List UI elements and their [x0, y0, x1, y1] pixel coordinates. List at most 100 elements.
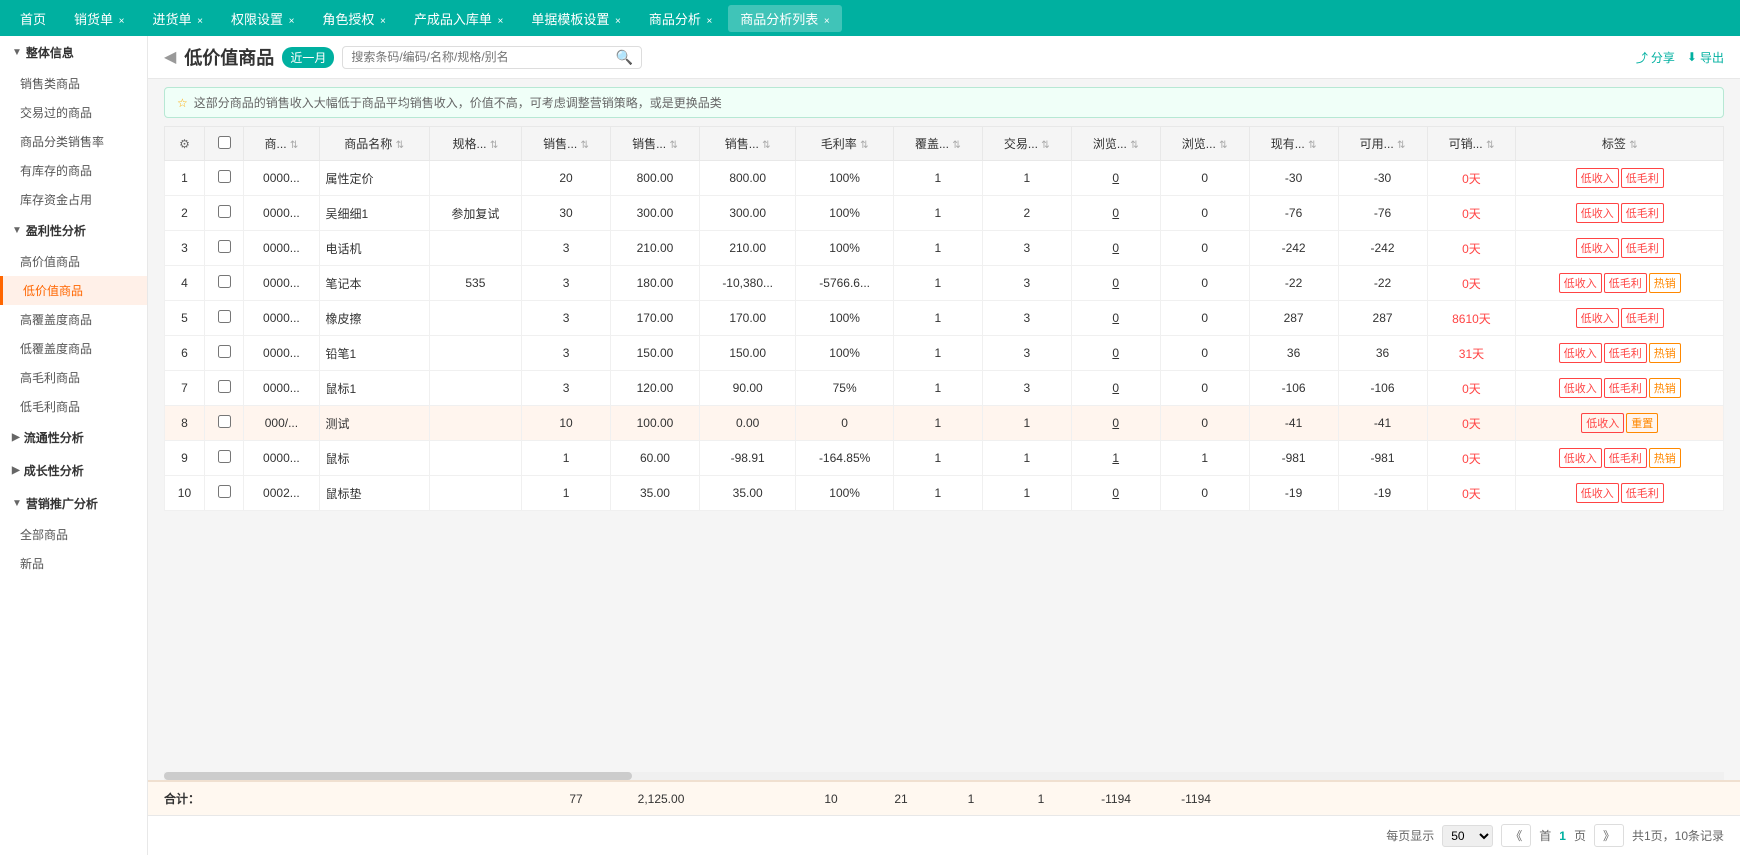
col-coverage[interactable]: 覆盖... ⇅ [893, 127, 982, 161]
sidebar-item-all-goods[interactable]: 全部商品 [0, 520, 147, 549]
sidebar-item-capital[interactable]: 库存资金占用 [0, 185, 147, 214]
sidebar-group-profit[interactable]: ▼ 盈利性分析 [0, 214, 147, 247]
sidebar-item-high-margin[interactable]: 高毛利商品 [0, 363, 147, 392]
view-link[interactable]: 0 [1112, 276, 1119, 290]
col-settings[interactable]: ⚙ [165, 127, 205, 161]
col-margin[interactable]: 毛利率 ⇅ [796, 127, 893, 161]
col-sales2[interactable]: 销售... ⇅ [611, 127, 700, 161]
row-col4: 100% [796, 231, 893, 266]
sidebar-group-growth-label: 成长性分析 [24, 462, 84, 479]
export-btn[interactable]: ⬇ 导出 [1687, 49, 1724, 66]
col-view1[interactable]: 浏览... ⇅ [1071, 127, 1160, 161]
nav-role[interactable]: 角色授权 × [310, 5, 397, 32]
view-link[interactable]: 0 [1112, 171, 1119, 185]
col-name[interactable]: 商品名称 ⇅ [319, 127, 429, 161]
footer-total-qty: 77 [536, 792, 616, 806]
nav-close-template[interactable]: × [615, 16, 621, 27]
row-select-checkbox[interactable] [218, 345, 231, 358]
nav-close-product[interactable]: × [498, 16, 504, 27]
col-view2[interactable]: 浏览... ⇅ [1160, 127, 1249, 161]
last-page-btn[interactable]: 》 [1594, 824, 1624, 847]
row-select-checkbox[interactable] [218, 170, 231, 183]
nav-close-purchase[interactable]: × [197, 16, 203, 27]
row-select-checkbox[interactable] [218, 450, 231, 463]
row-select-checkbox[interactable] [218, 310, 231, 323]
per-page-select[interactable]: 50 20 100 [1442, 825, 1493, 847]
nav-close-analysis[interactable]: × [706, 16, 712, 27]
nav-permission[interactable]: 权限设置 × [219, 5, 306, 32]
horizontal-scrollbar[interactable] [164, 772, 1724, 780]
sidebar-item-inventory[interactable]: 有库存的商品 [0, 156, 147, 185]
nav-close-list[interactable]: × [824, 16, 830, 27]
sidebar-item-new-goods[interactable]: 新品 [0, 549, 147, 578]
nav-template[interactable]: 单据模板设置 × [519, 5, 632, 32]
row-spec [429, 476, 521, 511]
col-code[interactable]: 商... ⇅ [244, 127, 319, 161]
nav-product-list[interactable]: 商品分析列表 × [728, 5, 841, 32]
nav-close-perm[interactable]: × [289, 16, 295, 27]
sidebar-item-sales-goods[interactable]: 销售类商品 [0, 69, 147, 98]
collapse-sidebar-btn[interactable]: ◀ [164, 47, 176, 67]
nav-close-sales[interactable]: × [119, 16, 125, 27]
row-num: 7 [165, 371, 205, 406]
search-icon[interactable]: 🔍 [616, 49, 633, 66]
sidebar-item-high-coverage[interactable]: 高覆盖度商品 [0, 305, 147, 334]
col-sales1[interactable]: 销售... ⇅ [522, 127, 611, 161]
view-link[interactable]: 1 [1112, 451, 1119, 465]
first-page-btn[interactable]: 《 [1501, 824, 1531, 847]
row-select-checkbox[interactable] [218, 415, 231, 428]
row-num: 6 [165, 336, 205, 371]
view-link[interactable]: 0 [1112, 311, 1119, 325]
col-saleable[interactable]: 可销... ⇅ [1427, 127, 1516, 161]
view-link[interactable]: 0 [1112, 206, 1119, 220]
col-spec[interactable]: 规格... ⇅ [429, 127, 521, 161]
row-checkbox [204, 441, 243, 476]
sidebar-item-traded[interactable]: 交易过的商品 [0, 98, 147, 127]
nav-product-analysis[interactable]: 商品分析 × [637, 5, 724, 32]
share-btn[interactable]: ⤴ 分享 [1636, 49, 1675, 66]
col-current[interactable]: 现有... ⇅ [1249, 127, 1338, 161]
row-select-checkbox[interactable] [218, 205, 231, 218]
search-input[interactable] [351, 50, 612, 64]
row-select-checkbox[interactable] [218, 275, 231, 288]
view-link[interactable]: 0 [1112, 416, 1119, 430]
scrollbar-thumb[interactable] [164, 772, 632, 780]
row-col8: 0 [1160, 406, 1249, 441]
sidebar-item-low-value[interactable]: 低价值商品 [0, 276, 147, 305]
row-select-checkbox[interactable] [218, 485, 231, 498]
view-link[interactable]: 0 [1112, 381, 1119, 395]
sidebar-group-flow[interactable]: ▶ 流通性分析 [0, 421, 147, 454]
period-badge[interactable]: 近一月 [282, 47, 334, 68]
nav-home[interactable]: 首页 [8, 5, 58, 32]
sidebar-group-flow-label: 流通性分析 [24, 429, 84, 446]
sidebar-group-overall[interactable]: ▼ 整体信息 [0, 36, 147, 69]
row-col5: 1 [893, 301, 982, 336]
sidebar-group-marketing-label: 营销推广分析 [26, 495, 98, 512]
sidebar-group-marketing[interactable]: ▼ 营销推广分析 [0, 487, 147, 520]
sidebar-item-high-value[interactable]: 高价值商品 [0, 247, 147, 276]
row-select-checkbox[interactable] [218, 240, 231, 253]
nav-product-in[interactable]: 产成品入库单 × [402, 5, 515, 32]
view-link[interactable]: 0 [1112, 346, 1119, 360]
col-trade[interactable]: 交易... ⇅ [982, 127, 1071, 161]
row-col8: 1 [1160, 441, 1249, 476]
col-tags[interactable]: 标签 ⇅ [1516, 127, 1724, 161]
select-all-checkbox[interactable] [218, 136, 231, 149]
sidebar-group-growth[interactable]: ▶ 成长性分析 [0, 454, 147, 487]
sidebar-item-low-coverage[interactable]: 低覆盖度商品 [0, 334, 147, 363]
view-link[interactable]: 0 [1112, 241, 1119, 255]
row-tags: 低收入低毛利热销 [1516, 336, 1724, 371]
row-col5: 1 [893, 476, 982, 511]
row-select-checkbox[interactable] [218, 380, 231, 393]
nav-sales-order[interactable]: 销货单 × [62, 5, 136, 32]
col-available[interactable]: 可用... ⇅ [1338, 127, 1427, 161]
settings-icon[interactable]: ⚙ [179, 137, 190, 151]
days-badge: 31天 [1459, 347, 1484, 361]
nav-close-role[interactable]: × [380, 16, 386, 27]
row-col2: 300.00 [611, 196, 700, 231]
col-sales3[interactable]: 销售... ⇅ [699, 127, 795, 161]
nav-purchase[interactable]: 进货单 × [140, 5, 214, 32]
sidebar-item-low-margin[interactable]: 低毛利商品 [0, 392, 147, 421]
sidebar-item-category-rate[interactable]: 商品分类销售率 [0, 127, 147, 156]
view-link[interactable]: 0 [1112, 486, 1119, 500]
